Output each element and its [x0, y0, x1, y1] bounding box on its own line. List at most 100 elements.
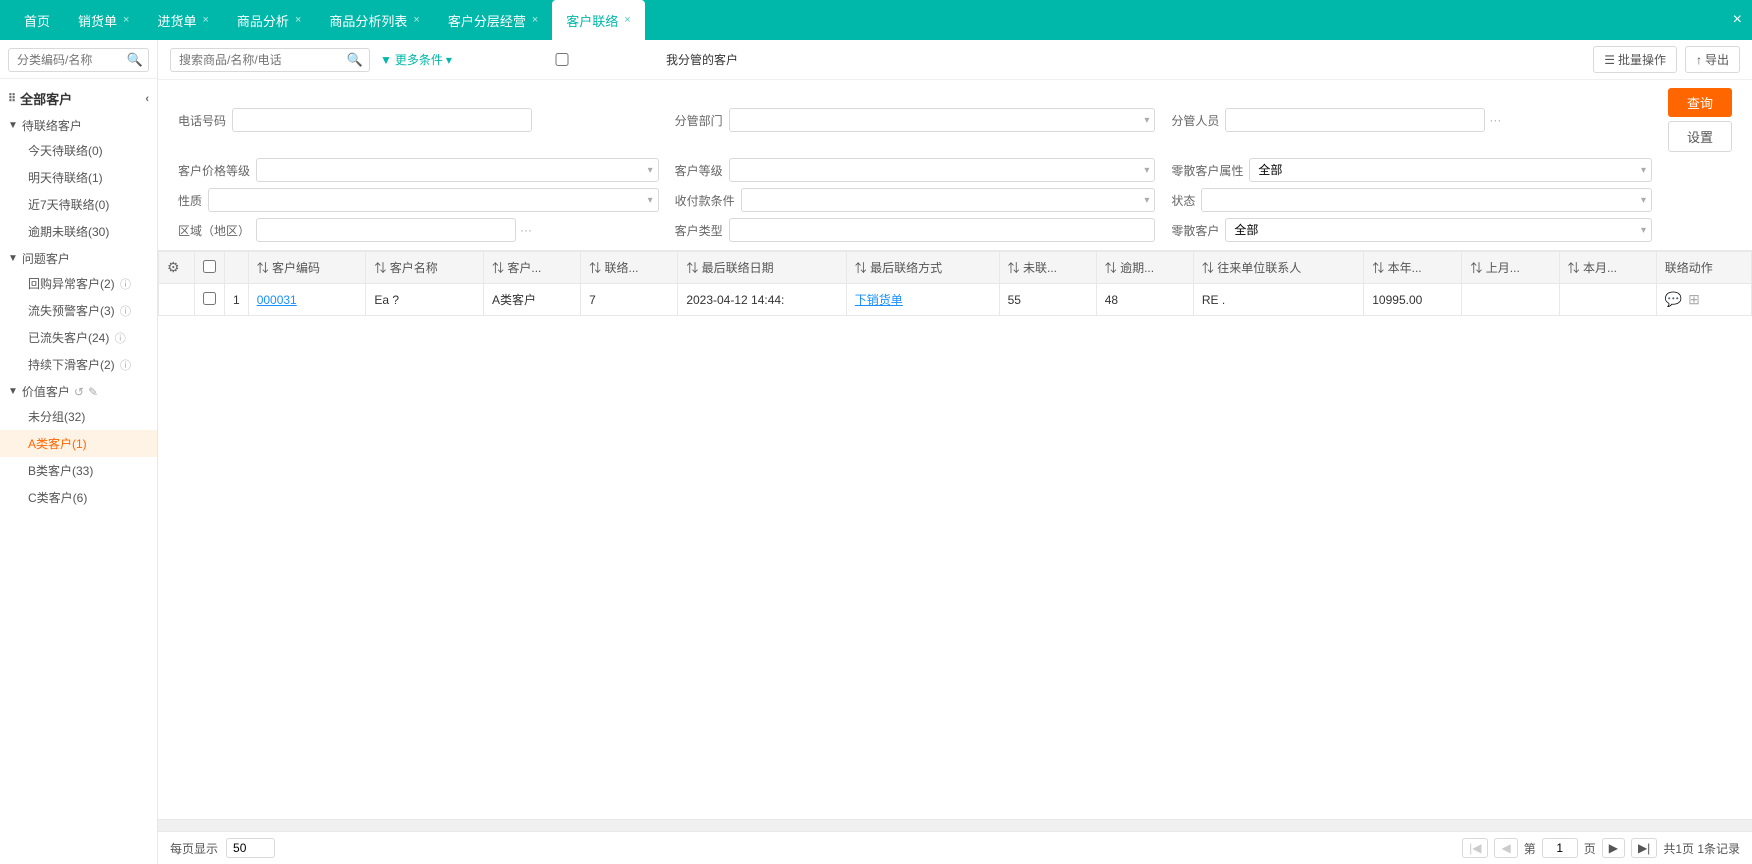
row-checkbox[interactable] [203, 292, 216, 305]
col-overdue-header[interactable]: ⇅ 逾期... [1096, 252, 1193, 284]
sort-icon: ⇅ [1470, 261, 1482, 275]
page-size-select[interactable]: 50 100 200 [226, 838, 275, 858]
next-page-button[interactable]: ▶ [1602, 838, 1625, 858]
qr-icon[interactable]: ⊞ [1688, 291, 1700, 308]
table-area: ⚙ ⇅ 客户编码 ⇅ 客户名称 [158, 251, 1752, 819]
retail-attr-select[interactable]: 全部 [1249, 158, 1652, 182]
col-last-method-header[interactable]: ⇅ 最后联络方式 [846, 252, 999, 284]
refresh-icon[interactable]: ↺ [74, 385, 84, 399]
retail-select[interactable]: 全部 [1225, 218, 1652, 242]
problem-customers-section[interactable]: ▼ 问题客户 [0, 245, 157, 270]
nav-home[interactable]: 首页 [10, 0, 64, 40]
cell-this-month [1559, 284, 1656, 316]
col-this-year-header[interactable]: ⇅ 本年... [1364, 252, 1462, 284]
cell-contact: 7 [581, 284, 678, 316]
sidebar-item-overdue[interactable]: 逾期未联络(30) [0, 218, 157, 245]
search-icon[interactable]: 🔍 [347, 52, 363, 68]
col-last-month-header[interactable]: ⇅ 上月... [1462, 252, 1559, 284]
more-icon[interactable]: ··· [1489, 113, 1501, 127]
payment-select[interactable] [741, 188, 1156, 212]
dept-select[interactable] [729, 108, 1156, 132]
nav-customer-segment[interactable]: 客户分层经营 × [434, 0, 552, 40]
sidebar-item-7days[interactable]: 近7天待联络(0) [0, 191, 157, 218]
sort-icon: ⇅ [686, 261, 698, 275]
sidebar-item-class-a[interactable]: A类客户(1) [0, 430, 157, 457]
sort-icon: ⇅ [1008, 261, 1020, 275]
sidebar: 🔍 ⠿ 全部客户 ‹ ▼ 待联络客户 今天待联络(0) 明天待联络(1) [0, 40, 158, 864]
col-not-contact-header[interactable]: ⇅ 未联... [999, 252, 1096, 284]
customer-type-select[interactable] [729, 218, 1156, 242]
close-icon[interactable]: × [413, 14, 419, 26]
region-input[interactable] [256, 218, 516, 242]
sidebar-item-declining[interactable]: 持续下滑客户(2) ⓘ [0, 351, 157, 378]
more-icon[interactable]: ··· [520, 223, 532, 237]
customer-code-link[interactable]: 000031 [257, 293, 297, 307]
column-settings-button[interactable]: ⚙ [167, 259, 180, 276]
filter-row-2: 客户价格等级 ▾ 客户等级 ▾ 零散客户属性 [170, 158, 1740, 182]
col-level-header[interactable]: ⇅ 客户... [484, 252, 581, 284]
nature-select[interactable] [208, 188, 659, 212]
last-page-button[interactable]: ▶| [1631, 838, 1657, 858]
close-icon[interactable]: × [532, 14, 538, 26]
sidebar-item-churned[interactable]: 已流失客户(24) ⓘ [0, 324, 157, 351]
sidebar-item-ungrouped[interactable]: 未分组(32) [0, 403, 157, 430]
last-method-link[interactable]: 下销货单 [855, 293, 903, 307]
phone-input[interactable] [232, 108, 532, 132]
table-header-row: ⚙ ⇅ 客户编码 ⇅ 客户名称 [159, 252, 1752, 284]
filter-cell-customer-level: 客户等级 ▾ [667, 158, 1164, 182]
customer-level-select[interactable] [729, 158, 1156, 182]
global-close-button[interactable]: × [1733, 11, 1742, 29]
select-all-checkbox[interactable] [203, 260, 216, 273]
all-customers-header[interactable]: ⠿ 全部客户 ‹ [0, 83, 157, 112]
nav-purchase-order[interactable]: 进货单 × [143, 0, 222, 40]
batch-operation-button[interactable]: ☰ 批量操作 [1593, 46, 1677, 73]
col-code-header[interactable]: ⇅ 客户编码 [248, 252, 366, 284]
message-icon[interactable]: 💬 [1665, 291, 1682, 308]
info-icon: ⓘ [120, 306, 131, 318]
retail-select-wrap: 全部 ▾ [1225, 218, 1652, 242]
col-name-header[interactable]: ⇅ 客户名称 [366, 252, 484, 284]
my-customers-checkbox[interactable] [462, 53, 662, 66]
edit-icon[interactable]: ✎ [88, 385, 98, 399]
close-icon[interactable]: × [295, 14, 301, 26]
person-input[interactable] [1225, 108, 1485, 132]
settings-button[interactable]: 设置 [1668, 121, 1732, 152]
col-this-month-header[interactable]: ⇅ 本月... [1559, 252, 1656, 284]
filter-cell-person: 分管人员 ··· [1163, 108, 1660, 132]
export-icon: ↑ [1696, 53, 1702, 67]
my-customers-filter[interactable]: 我分管的客户 [462, 51, 738, 68]
close-icon[interactable]: × [624, 14, 630, 26]
nav-product-analysis-list[interactable]: 商品分析列表 × [315, 0, 433, 40]
close-icon[interactable]: × [123, 14, 129, 26]
dept-select-wrap: ▾ [729, 108, 1156, 132]
sidebar-item-today[interactable]: 今天待联络(0) [0, 137, 157, 164]
query-button[interactable]: 查询 [1668, 88, 1732, 117]
prev-page-button[interactable]: ◀ [1494, 838, 1517, 858]
page-number-input[interactable] [1542, 838, 1578, 858]
close-icon[interactable]: × [202, 14, 208, 26]
sidebar-item-class-c[interactable]: C类客户(6) [0, 484, 157, 511]
search-input[interactable] [170, 48, 370, 72]
more-filters-button[interactable]: ▼ 更多条件 ▾ [380, 51, 452, 68]
col-contacts-header[interactable]: ⇅ 往来单位联系人 [1193, 252, 1363, 284]
first-page-button[interactable]: |◀ [1462, 838, 1488, 858]
export-button[interactable]: ↑ 导出 [1685, 46, 1740, 73]
sidebar-item-class-b[interactable]: B类客户(33) [0, 457, 157, 484]
nav-sales-order[interactable]: 销货单 × [64, 0, 143, 40]
payment-select-wrap: ▾ [741, 188, 1156, 212]
nav-product-analysis[interactable]: 商品分析 × [223, 0, 315, 40]
sidebar-item-churn-warning[interactable]: 流失预警客户(3) ⓘ [0, 297, 157, 324]
filter-bar-right: ☰ 批量操作 ↑ 导出 [1593, 46, 1740, 73]
status-select[interactable] [1201, 188, 1652, 212]
price-level-select[interactable] [256, 158, 659, 182]
nav-customer-contact[interactable]: 客户联络 × [552, 0, 644, 40]
pending-contact-section[interactable]: ▼ 待联络客户 [0, 112, 157, 137]
sidebar-item-repurchase-abnormal[interactable]: 回购异常客户(2) ⓘ [0, 270, 157, 297]
sidebar-item-tomorrow[interactable]: 明天待联络(1) [0, 164, 157, 191]
col-contact-header[interactable]: ⇅ 联络... [581, 252, 678, 284]
retail-attr-select-wrap: 全部 ▾ [1249, 158, 1652, 182]
col-last-date-header[interactable]: ⇅ 最后联络日期 [678, 252, 846, 284]
collapse-icon[interactable]: ‹ [145, 93, 149, 105]
value-customers-section[interactable]: ▼ 价值客户 ↺ ✎ [0, 378, 157, 403]
horizontal-scrollbar[interactable] [158, 819, 1752, 831]
